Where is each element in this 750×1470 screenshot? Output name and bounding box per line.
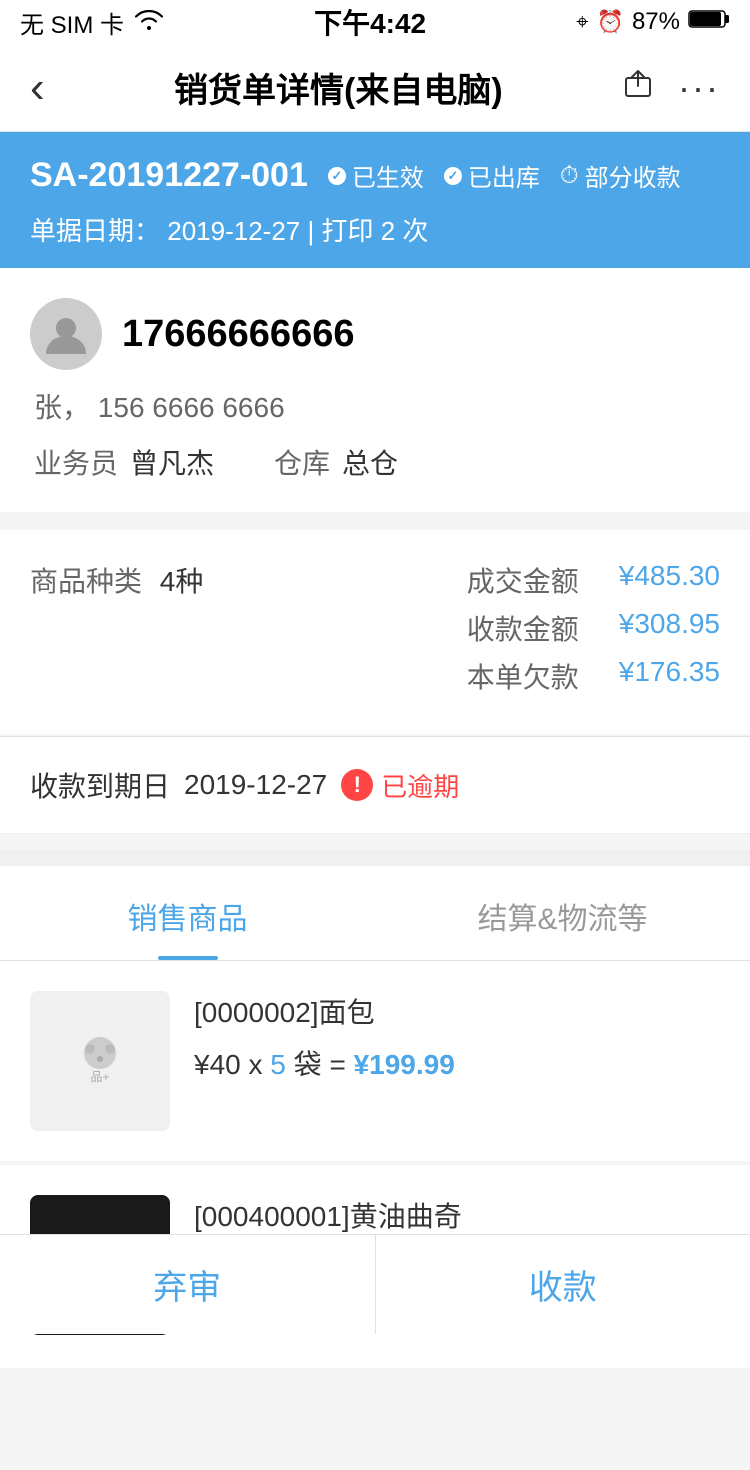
tab-settlement-label: 结算&物流等 [477, 903, 647, 936]
product-name-1: [0000002]面包 [194, 991, 720, 1031]
wifi-icon [134, 8, 164, 37]
tab-settlement[interactable]: 结算&物流等 [375, 866, 750, 960]
product-info-1: [0000002]面包 ¥40 x 5 袋 = ¥199.99 [194, 991, 720, 1083]
tab-sales-products[interactable]: 销售商品 [0, 866, 375, 960]
order-id: SA-20191227-001 [30, 156, 308, 195]
product-image-1: 品+ [30, 991, 170, 1131]
tabs-container: 销售商品 结算&物流等 [0, 866, 750, 961]
warehouse-info: 仓库 总仓 [274, 442, 398, 482]
battery-icon [688, 8, 730, 37]
received-label: 收款金额 [467, 608, 579, 648]
clock-icon: ⏱ [560, 162, 579, 190]
stats-section: 商品种类 4种 成交金额 ¥485.30 收款金额 ¥308.95 本单欠款 ¥… [0, 530, 750, 734]
page-title: 销货单详情(来自电脑) [55, 63, 622, 112]
due-date-value: 2019-12-27 [184, 769, 327, 801]
more-icon[interactable]: ··· [678, 67, 720, 109]
product-name-2: [000400001]黄油曲奇 [194, 1195, 720, 1235]
sales-name: 曾凡杰 [130, 442, 214, 482]
back-button[interactable]: ‹ [30, 53, 55, 123]
financial-stats: 成交金额 ¥485.30 收款金额 ¥308.95 本单欠款 ¥176.35 [467, 560, 720, 704]
overdue-icon: ! [341, 769, 373, 801]
price-total-1: ¥199.99 [354, 1049, 455, 1080]
cancel-review-button[interactable]: 弃审 [0, 1235, 376, 1334]
received-row: 收款金额 ¥308.95 [467, 608, 720, 648]
badge-active: 已生效 [328, 158, 424, 193]
due-date-label: 收款到期日 [30, 765, 170, 805]
product-item: 品+ [0000002]面包 ¥40 x 5 袋 = ¥199.99 [0, 961, 750, 1161]
amount-value: ¥485.30 [619, 560, 720, 600]
badge-shipped: 已出库 [444, 158, 540, 193]
date-label: 单据日期： [30, 216, 160, 246]
cancel-review-label: 弃审 [153, 1260, 221, 1309]
order-banner-top: SA-20191227-001 已生效 已出库 ⏱ 部分收款 [30, 156, 720, 195]
bottom-spacer [0, 1370, 750, 1470]
overdue-label: 已逾期 [381, 767, 459, 804]
due-section: 收款到期日 2019-12-27 ! 已逾期 [0, 737, 750, 834]
warehouse-name: 总仓 [342, 442, 398, 482]
print-unit: 次 [402, 216, 428, 246]
warehouse-label: 仓库 [274, 442, 330, 482]
customer-phone: 17666666666 [122, 313, 354, 356]
divider-1 [0, 514, 750, 530]
price-x-1: x [249, 1049, 271, 1080]
nav-actions: ··· [622, 67, 720, 109]
order-date-line: 单据日期： 2019-12-27 | 打印 2 次 [30, 211, 720, 248]
share-icon[interactable] [622, 68, 654, 108]
customer-section: 17666666666 张， 156 6666 6666 业务员 曾凡杰 仓库 … [0, 268, 750, 512]
sales-info: 业务员 曾凡杰 [34, 442, 214, 482]
badge-partial: ⏱ 部分收款 [560, 158, 681, 193]
collect-payment-label: 收款 [529, 1260, 597, 1309]
print-count: 2 [381, 216, 395, 246]
check-icon-active [328, 167, 346, 185]
customer-info: 张， 156 6666 6666 [30, 386, 720, 426]
overdue-badge: ! 已逾期 [341, 767, 459, 804]
price-qty-1: 5 [270, 1049, 286, 1080]
status-bar: 无 SIM 卡 下午4:42 ⌖ ⏰ 87% [0, 0, 750, 44]
sim-status: 无 SIM 卡 [20, 5, 124, 40]
collect-payment-button[interactable]: 收款 [376, 1235, 750, 1334]
bottom-bar: 弃审 收款 [0, 1234, 750, 1334]
debt-label: 本单欠款 [467, 656, 579, 696]
product-types-label: 商品种类 [30, 566, 142, 597]
debt-value: ¥176.35 [619, 656, 720, 696]
customer-name-text: 张， [34, 392, 90, 423]
nav-bar: ‹ 销货单详情(来自电脑) ··· [0, 44, 750, 132]
status-time: 下午4:42 [314, 2, 426, 42]
price-eq-1: = [329, 1049, 353, 1080]
status-right: ⌖ ⏰ 87% [576, 8, 730, 37]
customer-avatar [30, 298, 102, 370]
customer-top: 17666666666 [30, 298, 720, 370]
debt-row: 本单欠款 ¥176.35 [467, 656, 720, 696]
received-value: ¥308.95 [619, 608, 720, 648]
amount-label: 成交金额 [467, 560, 579, 600]
battery-text: 87% [632, 8, 680, 36]
product-types-count: 4种 [160, 566, 204, 597]
svg-text:品+: 品+ [90, 1070, 109, 1084]
product-types: 商品种类 4种 [30, 560, 203, 600]
customer-meta: 业务员 曾凡杰 仓库 总仓 [30, 442, 720, 482]
check-icon-shipped [444, 167, 462, 185]
order-date: 2019-12-27 [167, 216, 300, 246]
divider-3 [0, 850, 750, 866]
order-banner: SA-20191227-001 已生效 已出库 ⏱ 部分收款 单据日期： 201… [0, 132, 750, 268]
alarm-icon: ⏰ [597, 9, 624, 35]
amount-row: 成交金额 ¥485.30 [467, 560, 720, 600]
price-unit-1: 袋 [294, 1049, 322, 1080]
customer-name-phone: 156 6666 6666 [98, 392, 285, 423]
print-separator: | 打印 [307, 216, 373, 246]
tab-sales-products-label: 销售商品 [128, 903, 248, 936]
location-icon: ⌖ [576, 9, 588, 35]
product-price-1: ¥40 x 5 袋 = ¥199.99 [194, 1043, 720, 1083]
sales-label: 业务员 [34, 442, 118, 482]
price-base-1: ¥40 [194, 1049, 241, 1080]
status-left: 无 SIM 卡 [20, 5, 164, 40]
